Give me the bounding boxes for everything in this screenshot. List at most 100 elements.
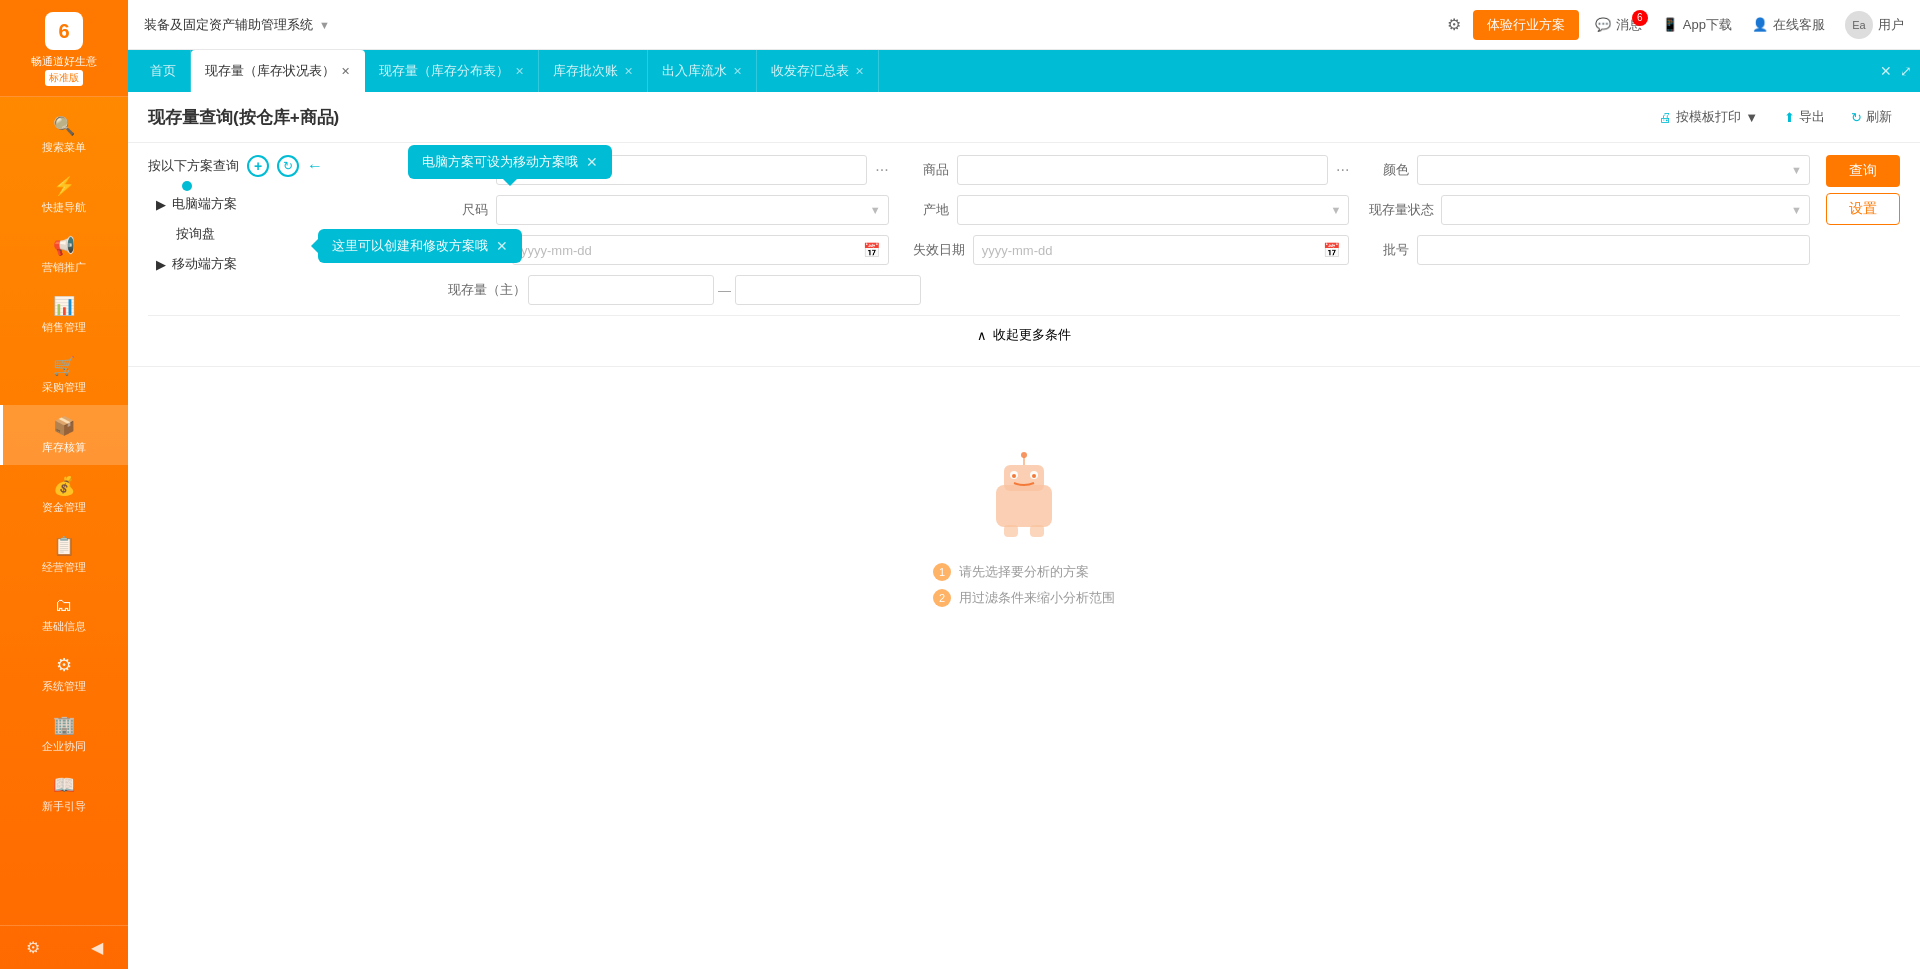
product-dots[interactable]: ··· — [1336, 161, 1349, 179]
tab-collect-summary[interactable]: 收发存汇总表 ✕ — [757, 50, 879, 92]
scheme-tooltip-close[interactable]: ✕ — [586, 154, 598, 170]
tab-inventory-status[interactable]: 现存量（库存状况表） ✕ — [191, 50, 365, 92]
page-actions: 🖨 按模板打印 ▼ ⬆ 导出 ↻ 刷新 — [1651, 104, 1900, 130]
sidebar-item-label: 基础信息 — [42, 619, 86, 634]
prod-date-input-wrapper[interactable]: yyyy-mm-dd 📅 — [512, 235, 889, 265]
range-sep: — — [718, 283, 731, 298]
tab-inventory-distribution[interactable]: 现存量（库存分布表） ✕ — [365, 50, 539, 92]
guide-icon: 📖 — [53, 774, 75, 796]
sidebar-item-label: 搜索菜单 — [42, 140, 86, 155]
filter-back-btn[interactable]: ← — [307, 157, 323, 175]
desktop-arrow: ▶ — [156, 197, 166, 212]
sidebar-item-quick-nav[interactable]: ⚡ 快捷导航 — [0, 165, 128, 225]
user-avatar-btn[interactable]: Ea 用户 — [1845, 11, 1904, 39]
exp-date-icon: 📅 — [1323, 242, 1340, 258]
collapse-bar[interactable]: ∧ 收起更多条件 — [148, 315, 1900, 354]
support-icon: 👤 — [1752, 17, 1768, 32]
svg-point-9 — [1021, 452, 1027, 458]
inv-qty-label: 现存量（主） — [448, 281, 520, 299]
sidebar-item-guide[interactable]: 📖 新手引导 — [0, 764, 128, 824]
filter-size: 尺码 ▼ — [448, 195, 889, 225]
size-label: 尺码 — [448, 201, 488, 219]
sales-icon: 📊 — [53, 295, 75, 317]
empty-hint-1: 1 请先选择要分析的方案 — [933, 563, 1115, 581]
inv-status-label: 现存量状态 — [1369, 201, 1433, 219]
tabs-bar: 首页 现存量（库存状况表） ✕ 现存量（库存分布表） ✕ 库存批次账 ✕ 出入库… — [128, 50, 1920, 92]
hint-text-2: 用过滤条件来缩小分析范围 — [959, 589, 1115, 607]
sidebar-item-label: 经营管理 — [42, 560, 86, 575]
scheme-desktop[interactable]: ▶ 电脑端方案 — [148, 189, 328, 219]
inv-qty-max[interactable] — [735, 275, 921, 305]
sidebar-item-finance[interactable]: 💰 资金管理 — [0, 465, 128, 525]
exp-date-label: 失效日期 — [909, 241, 965, 259]
print-btn[interactable]: 🖨 按模板打印 ▼ — [1651, 104, 1766, 130]
hint-num-1: 1 — [933, 563, 951, 581]
sidebar-item-sales[interactable]: 📊 销售管理 — [0, 285, 128, 345]
filter-add-btn[interactable]: + — [247, 155, 269, 177]
create-scheme-tooltip-text: 这里可以创建和修改方案哦 — [332, 237, 488, 255]
create-scheme-tooltip: 这里可以创建和修改方案哦 ✕ — [318, 229, 522, 263]
search-btn[interactable]: 查询 — [1826, 155, 1900, 187]
topbar: 装备及固定资产辅助管理系统 ▼ ⚙ 体验行业方案 💬 消息 6 📱 App下载 … — [128, 0, 1920, 50]
marketing-icon: 📢 — [53, 235, 75, 257]
refresh-label: 刷新 — [1866, 108, 1892, 126]
sidebar-item-marketing[interactable]: 📢 营销推广 — [0, 225, 128, 285]
export-btn[interactable]: ⬆ 导出 — [1776, 104, 1833, 130]
sidebar-item-purchase[interactable]: 🛒 采购管理 — [0, 345, 128, 405]
reset-btn[interactable]: 设置 — [1826, 193, 1900, 225]
exp-date-input-wrapper[interactable]: yyyy-mm-dd 📅 — [973, 235, 1350, 265]
refresh-btn[interactable]: ↻ 刷新 — [1843, 104, 1900, 130]
online-support-btn[interactable]: 👤 在线客服 — [1752, 16, 1825, 34]
window-close-btn[interactable]: ✕ — [1880, 63, 1892, 79]
color-select[interactable] — [1417, 155, 1810, 185]
sidebar-item-enterprise[interactable]: 🏢 企业协同 — [0, 704, 128, 764]
scheme-mobile[interactable]: ▶ 移动端方案 — [148, 249, 328, 279]
inv-status-select[interactable] — [1441, 195, 1810, 225]
sidebar-item-search-menu[interactable]: 🔍 搜索菜单 — [0, 105, 128, 165]
scheme-sub1[interactable]: 按询盘 — [148, 219, 328, 249]
sidebar-collapse-btn[interactable]: ◀ — [91, 938, 103, 957]
tab-in-out-flow[interactable]: 出入库流水 ✕ — [648, 50, 757, 92]
tab-batch-account[interactable]: 库存批次账 ✕ — [539, 50, 648, 92]
filter-area: 按以下方案查询 + ↻ ← 电脑方案可设为移动方案哦 ✕ — [128, 143, 1920, 367]
sidebar-item-label: 快捷导航 — [42, 200, 86, 215]
sidebar-item-basic-info[interactable]: 🗂 基础信息 — [0, 585, 128, 644]
basic-info-icon: 🗂 — [55, 595, 73, 616]
inv-qty-min[interactable] — [528, 275, 714, 305]
tab-close-flow[interactable]: ✕ — [733, 65, 742, 78]
quick-nav-icon: ⚡ — [53, 175, 75, 197]
tab-close-inventory-status[interactable]: ✕ — [341, 65, 350, 78]
desktop-label: 电脑端方案 — [172, 195, 237, 213]
sidebar-item-operations[interactable]: 📋 经营管理 — [0, 525, 128, 585]
svg-rect-1 — [1004, 465, 1044, 491]
tab-close-summary[interactable]: ✕ — [855, 65, 864, 78]
sidebar: 6 畅通道好生意 标准版 🔍 搜索菜单 ⚡ 快捷导航 📢 营销推广 📊 销售管理… — [0, 0, 128, 969]
scheme-mobile-tooltip-text: 电脑方案可设为移动方案哦 — [422, 153, 578, 171]
app-download-btn[interactable]: 📱 App下载 — [1662, 16, 1732, 34]
sidebar-item-label: 库存核算 — [42, 440, 86, 455]
filter-connected-dot — [182, 181, 192, 191]
origin-select[interactable] — [957, 195, 1350, 225]
sidebar-item-system[interactable]: ⚙ 系统管理 — [0, 644, 128, 704]
size-select[interactable] — [496, 195, 889, 225]
product-input[interactable] — [957, 155, 1328, 185]
sidebar-settings-btn[interactable]: ⚙ — [26, 938, 40, 957]
svg-rect-6 — [1004, 525, 1018, 537]
tab-close-inventory-dist[interactable]: ✕ — [515, 65, 524, 78]
product-label: 商品 — [909, 161, 949, 179]
sidebar-item-label: 采购管理 — [42, 380, 86, 395]
trial-btn[interactable]: 体验行业方案 — [1473, 10, 1579, 40]
warehouse-dots[interactable]: ··· — [875, 161, 888, 179]
topbar-settings-icon[interactable]: ⚙ — [1447, 15, 1461, 34]
tab-home[interactable]: 首页 — [136, 50, 191, 92]
inventory-icon: 📦 — [53, 415, 75, 437]
enterprise-icon: 🏢 — [53, 714, 75, 736]
create-tooltip-close[interactable]: ✕ — [496, 238, 508, 254]
window-maximize-btn[interactable]: ⤢ — [1900, 63, 1912, 79]
sidebar-item-inventory[interactable]: 📦 库存核算 — [0, 405, 128, 465]
filter-refresh-btn[interactable]: ↻ — [277, 155, 299, 177]
filter-fields: 仓库 ··· 商品 ··· — [428, 155, 1810, 315]
tab-close-batch[interactable]: ✕ — [624, 65, 633, 78]
notifications-btn[interactable]: 💬 消息 6 — [1595, 16, 1642, 34]
batch-no-input[interactable] — [1417, 235, 1810, 265]
